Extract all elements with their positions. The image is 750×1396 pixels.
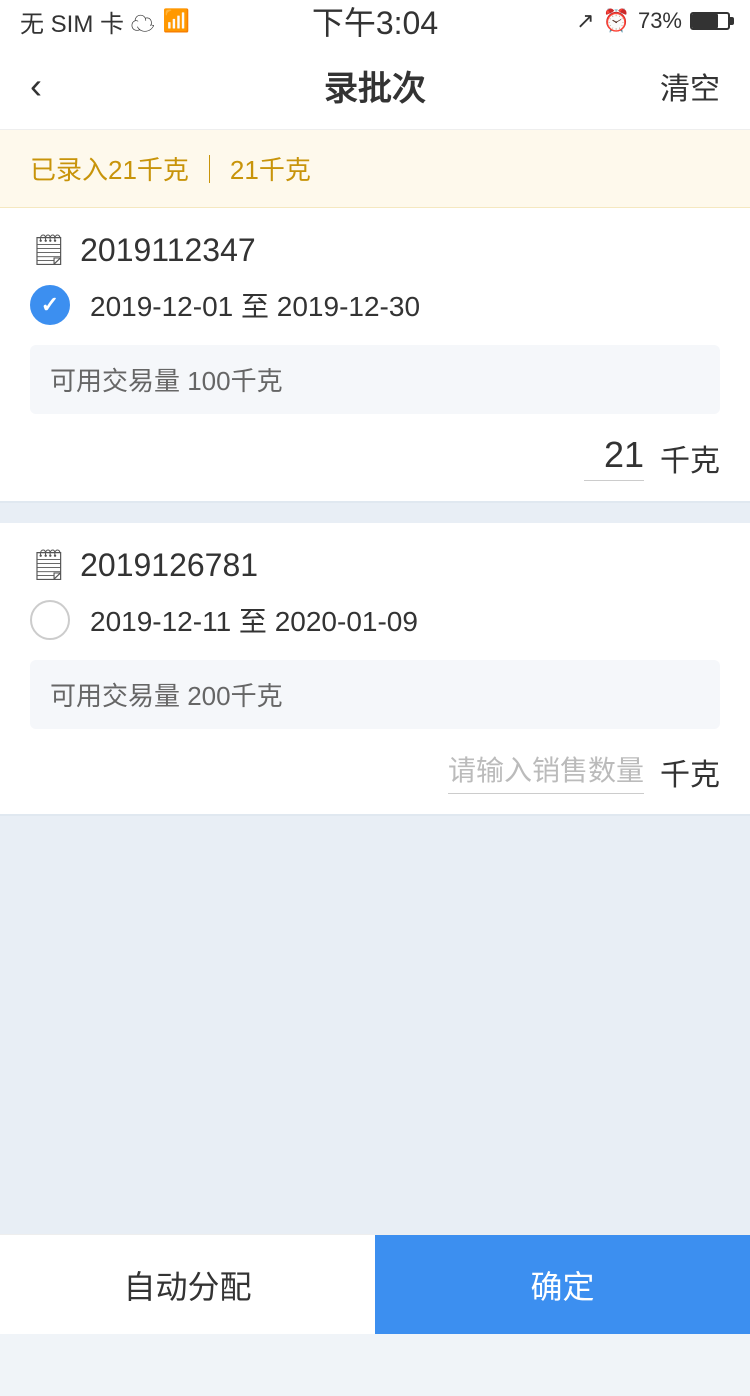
batch-2-content: 🗒 2019126781 2019-12-11 至 2020-01-09 可用交… xyxy=(0,523,750,729)
batch-2-radio[interactable] xyxy=(30,600,70,640)
batch-2-date-row: 2019-12-11 至 2020-01-09 xyxy=(30,600,720,640)
batch-2-quantity-input[interactable]: 请输入销售数量 xyxy=(448,749,644,794)
batch-2-date: 2019-12-11 至 2020-01-09 xyxy=(90,600,418,640)
page-title: 录批次 xyxy=(324,61,426,110)
location-icon: ↗ xyxy=(576,8,594,34)
batch-1-quantity-row: 21 千克 xyxy=(0,414,750,503)
info-divider xyxy=(209,155,210,183)
wifi-icon: 📶 xyxy=(163,8,190,34)
batch-1-quantity-input-area[interactable]: 21 xyxy=(584,434,644,481)
status-right: ↗ ⏰ 73% xyxy=(576,8,730,34)
confirm-button[interactable]: 确定 xyxy=(375,1235,750,1334)
batch-2-placeholder: 请输入销售数量 xyxy=(448,755,644,786)
sim-label: 无 SIM 卡 ☁ xyxy=(20,4,155,39)
batch-1-unit: 千克 xyxy=(660,436,720,480)
recorded-amount-label: 已录入21千克 xyxy=(30,150,189,187)
section-separator xyxy=(0,503,750,523)
clear-button[interactable]: 清空 xyxy=(660,64,720,108)
info-banner: 已录入21千克 21千克 xyxy=(0,130,750,208)
total-amount-value: 21千克 xyxy=(230,150,311,187)
batch-1-header: 🗒 2019112347 xyxy=(30,232,720,269)
batch-1-id: 2019112347 xyxy=(80,232,256,269)
batch-1-date-row: 2019-12-01 至 2019-12-30 xyxy=(30,285,720,325)
batch-2-id: 2019126781 xyxy=(80,547,258,584)
status-bar: 无 SIM 卡 ☁ 📶 下午3:04 ↗ ⏰ 73% xyxy=(0,0,750,42)
batch-2-unit: 千克 xyxy=(660,750,720,794)
batch-2-availability: 可用交易量 200千克 xyxy=(30,660,720,729)
nav-bar: ‹ 录批次 清空 xyxy=(0,42,750,130)
bottom-bar: 自动分配 确定 xyxy=(0,1234,750,1334)
back-button[interactable]: ‹ xyxy=(30,65,90,107)
batch-2-icon: 🗒 xyxy=(30,548,68,583)
battery-percent: 73% xyxy=(638,8,682,34)
batch-1-radio[interactable] xyxy=(30,285,70,325)
batch-1-quantity-value[interactable]: 21 xyxy=(584,434,644,481)
battery-icon xyxy=(690,12,730,30)
batch-item-2: 🗒 2019126781 2019-12-11 至 2020-01-09 可用交… xyxy=(0,523,750,816)
batch-1-availability: 可用交易量 100千克 xyxy=(30,345,720,414)
status-time: 下午3:04 xyxy=(312,0,438,44)
status-left: 无 SIM 卡 ☁ 📶 xyxy=(20,4,190,39)
batch-2-header: 🗒 2019126781 xyxy=(30,547,720,584)
auto-distribute-button[interactable]: 自动分配 xyxy=(0,1235,375,1334)
batch-2-input-row: 请输入销售数量 千克 xyxy=(0,729,750,816)
content-area: 🗒 2019112347 2019-12-01 至 2019-12-30 可用交… xyxy=(0,208,750,1396)
alarm-icon: ⏰ xyxy=(603,8,630,34)
batch-item-1: 🗒 2019112347 2019-12-01 至 2019-12-30 可用交… xyxy=(0,208,750,414)
empty-area xyxy=(0,816,750,1296)
batch-1-icon: 🗒 xyxy=(30,233,68,268)
batch-1-date: 2019-12-01 至 2019-12-30 xyxy=(90,285,420,325)
